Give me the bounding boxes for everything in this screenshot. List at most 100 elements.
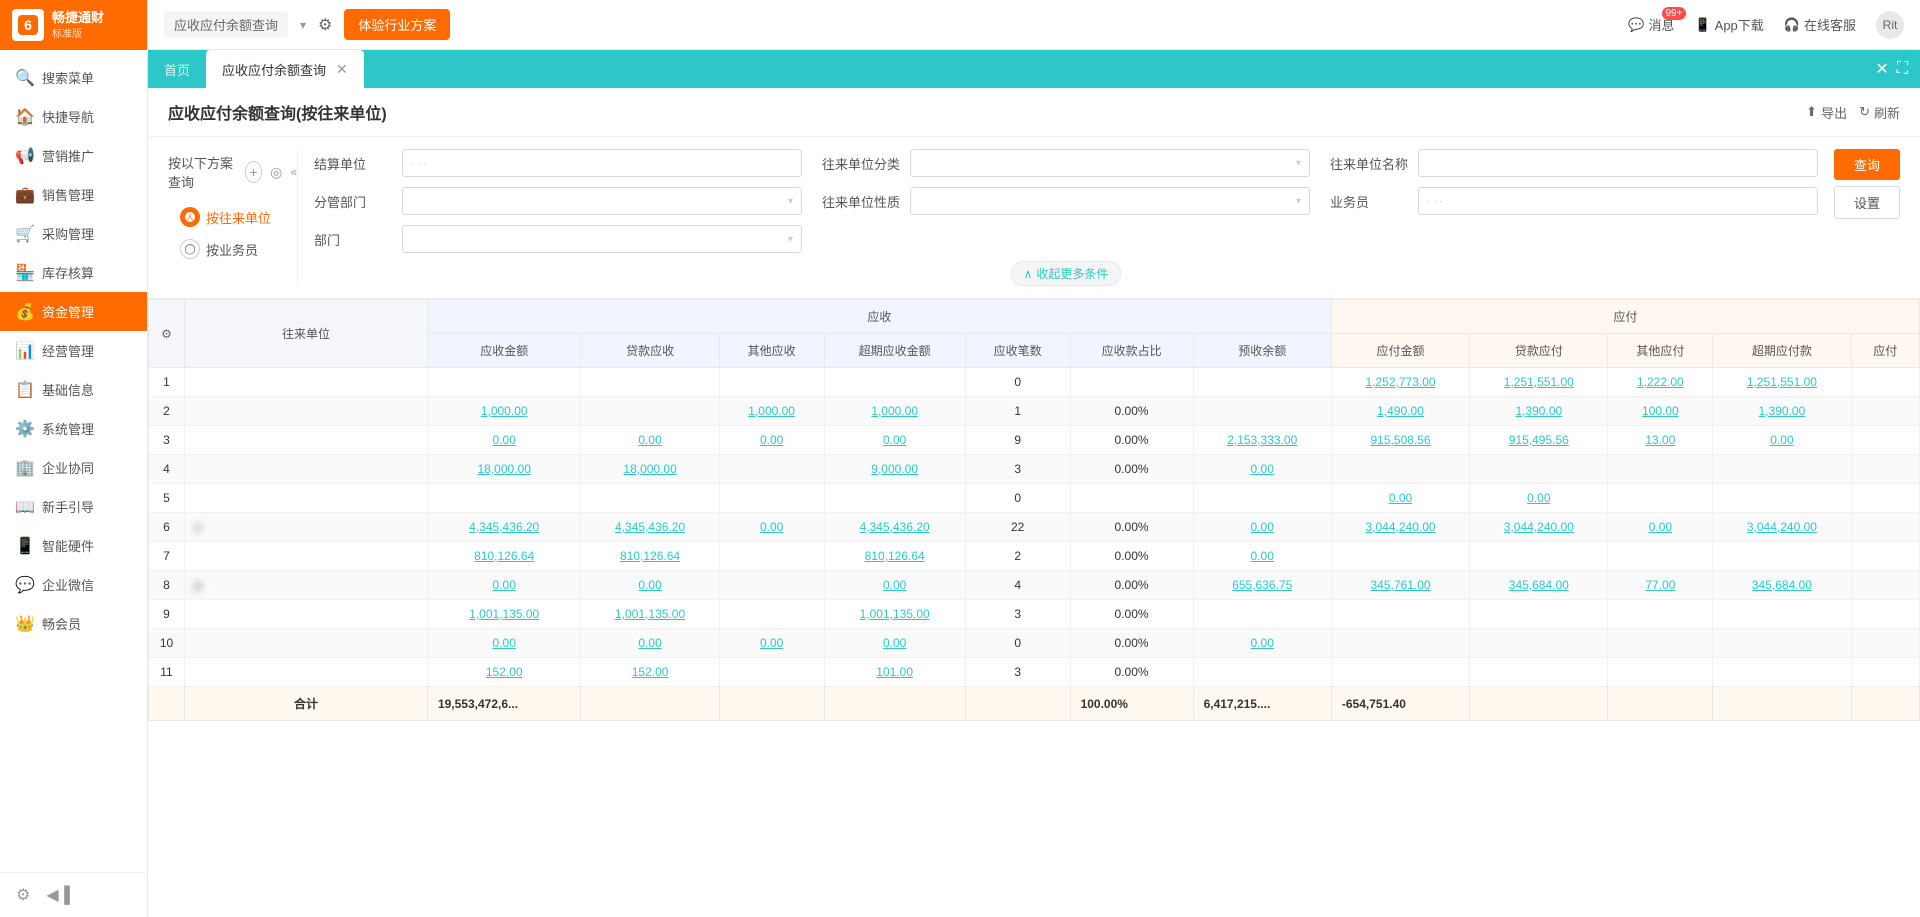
topbar-gear-icon[interactable]: ⚙ — [318, 15, 332, 35]
td-3[interactable]: 152.00 — [581, 658, 719, 687]
filter-cog-icon[interactable]: ◎ — [270, 164, 282, 181]
td-11[interactable]: 77.00 — [1608, 571, 1713, 600]
td-12[interactable]: 1,390.00 — [1713, 397, 1851, 426]
td-9[interactable]: 3,044,240.00 — [1331, 513, 1469, 542]
td-9[interactable]: 345,761.00 — [1331, 571, 1469, 600]
td-12[interactable]: 3,044,240.00 — [1713, 513, 1851, 542]
th-settings[interactable]: ⚙ — [149, 300, 185, 368]
td-3[interactable]: 1,001,135.00 — [581, 600, 719, 629]
td-5[interactable]: 1,000.00 — [824, 397, 965, 426]
sidebar-item-corp[interactable]: 🏢企业协同 — [0, 448, 147, 487]
filter-add-btn[interactable]: + — [245, 161, 262, 183]
export-btn[interactable]: ⬆ 导出 — [1806, 103, 1847, 122]
td-8[interactable]: 2,153,333.00 — [1193, 426, 1331, 455]
td-9[interactable]: 0.00 — [1331, 484, 1469, 513]
td-2[interactable]: 1,000.00 — [427, 397, 580, 426]
filter-unit-category-input[interactable]: ▾ — [910, 149, 1310, 177]
td-3[interactable]: 0.00 — [581, 426, 719, 455]
sidebar-item-hardware[interactable]: 📱智能硬件 — [0, 526, 147, 565]
td-2[interactable]: 1,001,135.00 — [427, 600, 580, 629]
td-8[interactable]: 0.00 — [1193, 629, 1331, 658]
filter-unit-nature-input[interactable]: ▾ — [910, 187, 1310, 215]
sidebar-item-system[interactable]: ⚙️系统管理 — [0, 409, 147, 448]
td-3[interactable]: 810,126.64 — [581, 542, 719, 571]
td-3[interactable]: 0.00 — [581, 629, 719, 658]
setting-btn[interactable]: 设置 — [1834, 186, 1900, 219]
td-10[interactable]: 1,251,551.00 — [1470, 368, 1608, 397]
sidebar-item-search[interactable]: 🔍搜索菜单 — [0, 58, 147, 97]
td-12[interactable]: 345,684.00 — [1713, 571, 1851, 600]
topbar-arrow[interactable]: ▾ — [300, 18, 306, 32]
td-11[interactable]: 100.00 — [1608, 397, 1713, 426]
td-5[interactable]: 101.00 — [824, 658, 965, 687]
sidebar-item-inventory[interactable]: 🏪库存核算 — [0, 253, 147, 292]
td-8[interactable]: 0.00 — [1193, 513, 1331, 542]
td-2[interactable]: 810,126.64 — [427, 542, 580, 571]
td-5[interactable]: 1,001,135.00 — [824, 600, 965, 629]
td-2[interactable]: 0.00 — [427, 426, 580, 455]
sidebar-item-sales[interactable]: 💼销售管理 — [0, 175, 147, 214]
td-10[interactable]: 1,390.00 — [1470, 397, 1608, 426]
td-9[interactable]: 915,508.56 — [1331, 426, 1469, 455]
tab-close-icon[interactable]: ✕ — [336, 61, 348, 78]
query-btn[interactable]: 查询 — [1834, 149, 1900, 180]
collapse-btn[interactable]: ∧ 收起更多条件 — [1011, 261, 1122, 286]
filter-arrow-icon[interactable]: « — [290, 165, 297, 179]
td-11[interactable]: 13.00 — [1608, 426, 1713, 455]
td-4[interactable]: 1,000.00 — [719, 397, 824, 426]
collapse-icon[interactable]: ◀▐ — [46, 885, 70, 905]
td-10[interactable]: 0.00 — [1470, 484, 1608, 513]
td-8[interactable]: 0.00 — [1193, 455, 1331, 484]
td-4[interactable]: 0.00 — [719, 513, 824, 542]
app-download-btn[interactable]: 📱 App下载 — [1694, 15, 1763, 34]
tab-close-window-icon[interactable]: ✕ — [1875, 59, 1888, 79]
td-2[interactable]: 152.00 — [427, 658, 580, 687]
td-5[interactable]: 810,126.64 — [824, 542, 965, 571]
sidebar-item-finance[interactable]: 💰资金管理 — [0, 292, 147, 331]
td-11[interactable]: 1,222.00 — [1608, 368, 1713, 397]
user-avatar[interactable]: Rit — [1876, 11, 1904, 39]
sidebar-item-basic[interactable]: 📋基础信息 — [0, 370, 147, 409]
td-3[interactable]: 18,000.00 — [581, 455, 719, 484]
table-settings-icon[interactable]: ⚙ — [161, 327, 172, 341]
td-5[interactable]: 0.00 — [824, 571, 965, 600]
refresh-btn[interactable]: ↻ 刷新 — [1859, 103, 1900, 122]
td-11[interactable]: 0.00 — [1608, 513, 1713, 542]
tab-maximize-icon[interactable]: ⛶ — [1897, 60, 1908, 78]
sidebar-item-wechat[interactable]: 💬企业微信 — [0, 565, 147, 604]
td-2[interactable]: 4,345,436.20 — [427, 513, 580, 542]
td-4[interactable]: 0.00 — [719, 629, 824, 658]
td-9[interactable]: 1,252,773.00 — [1331, 368, 1469, 397]
td-4[interactable]: 0.00 — [719, 426, 824, 455]
online-service-btn[interactable]: 🎧 在线客服 — [1784, 15, 1856, 34]
solution-btn[interactable]: 体验行业方案 — [344, 9, 450, 40]
scheme-by-staff[interactable]: ◯ 按业务员 — [168, 233, 297, 265]
td-12[interactable]: 1,251,551.00 — [1713, 368, 1851, 397]
td-5[interactable]: 0.00 — [824, 426, 965, 455]
message-btn[interactable]: 💬 消息 99+ — [1628, 15, 1674, 34]
sidebar-item-purchase[interactable]: 🛒采购管理 — [0, 214, 147, 253]
table-container[interactable]: ⚙ 往来单位 应收 应付 应收金额贷款应收其他应收超期应收金额应收笔数应收款占比… — [148, 299, 1920, 917]
td-10[interactable]: 915,495.56 — [1470, 426, 1608, 455]
td-8[interactable]: 655,636.75 — [1193, 571, 1331, 600]
sidebar-item-guide[interactable]: 📖新手引导 — [0, 487, 147, 526]
scheme-by-unit[interactable]: 人 按往来单位 — [168, 201, 297, 233]
sidebar-item-nav[interactable]: 🏠快捷导航 — [0, 97, 147, 136]
td-8[interactable]: 0.00 — [1193, 542, 1331, 571]
filter-dept-input[interactable]: ▾ — [402, 225, 802, 253]
filter-unit-name-input[interactable] — [1418, 149, 1818, 177]
sidebar-item-operation[interactable]: 📊经营管理 — [0, 331, 147, 370]
filter-dept-manage-input[interactable]: ▾ — [402, 187, 802, 215]
td-12[interactable]: 0.00 — [1713, 426, 1851, 455]
td-5[interactable]: 9,000.00 — [824, 455, 965, 484]
td-2[interactable]: 0.00 — [427, 629, 580, 658]
td-10[interactable]: 345,684.00 — [1470, 571, 1608, 600]
td-3[interactable]: 4,345,436.20 — [581, 513, 719, 542]
tab-home[interactable]: 首页 — [148, 50, 206, 88]
filter-salesperson-input[interactable]: ··· — [1418, 187, 1818, 215]
sidebar-item-member[interactable]: 👑畅会员 — [0, 604, 147, 643]
settings-icon[interactable]: ⚙ — [16, 885, 30, 905]
td-2[interactable]: 18,000.00 — [427, 455, 580, 484]
filter-settle-unit-input[interactable]: ··· — [402, 149, 802, 177]
td-5[interactable]: 0.00 — [824, 629, 965, 658]
